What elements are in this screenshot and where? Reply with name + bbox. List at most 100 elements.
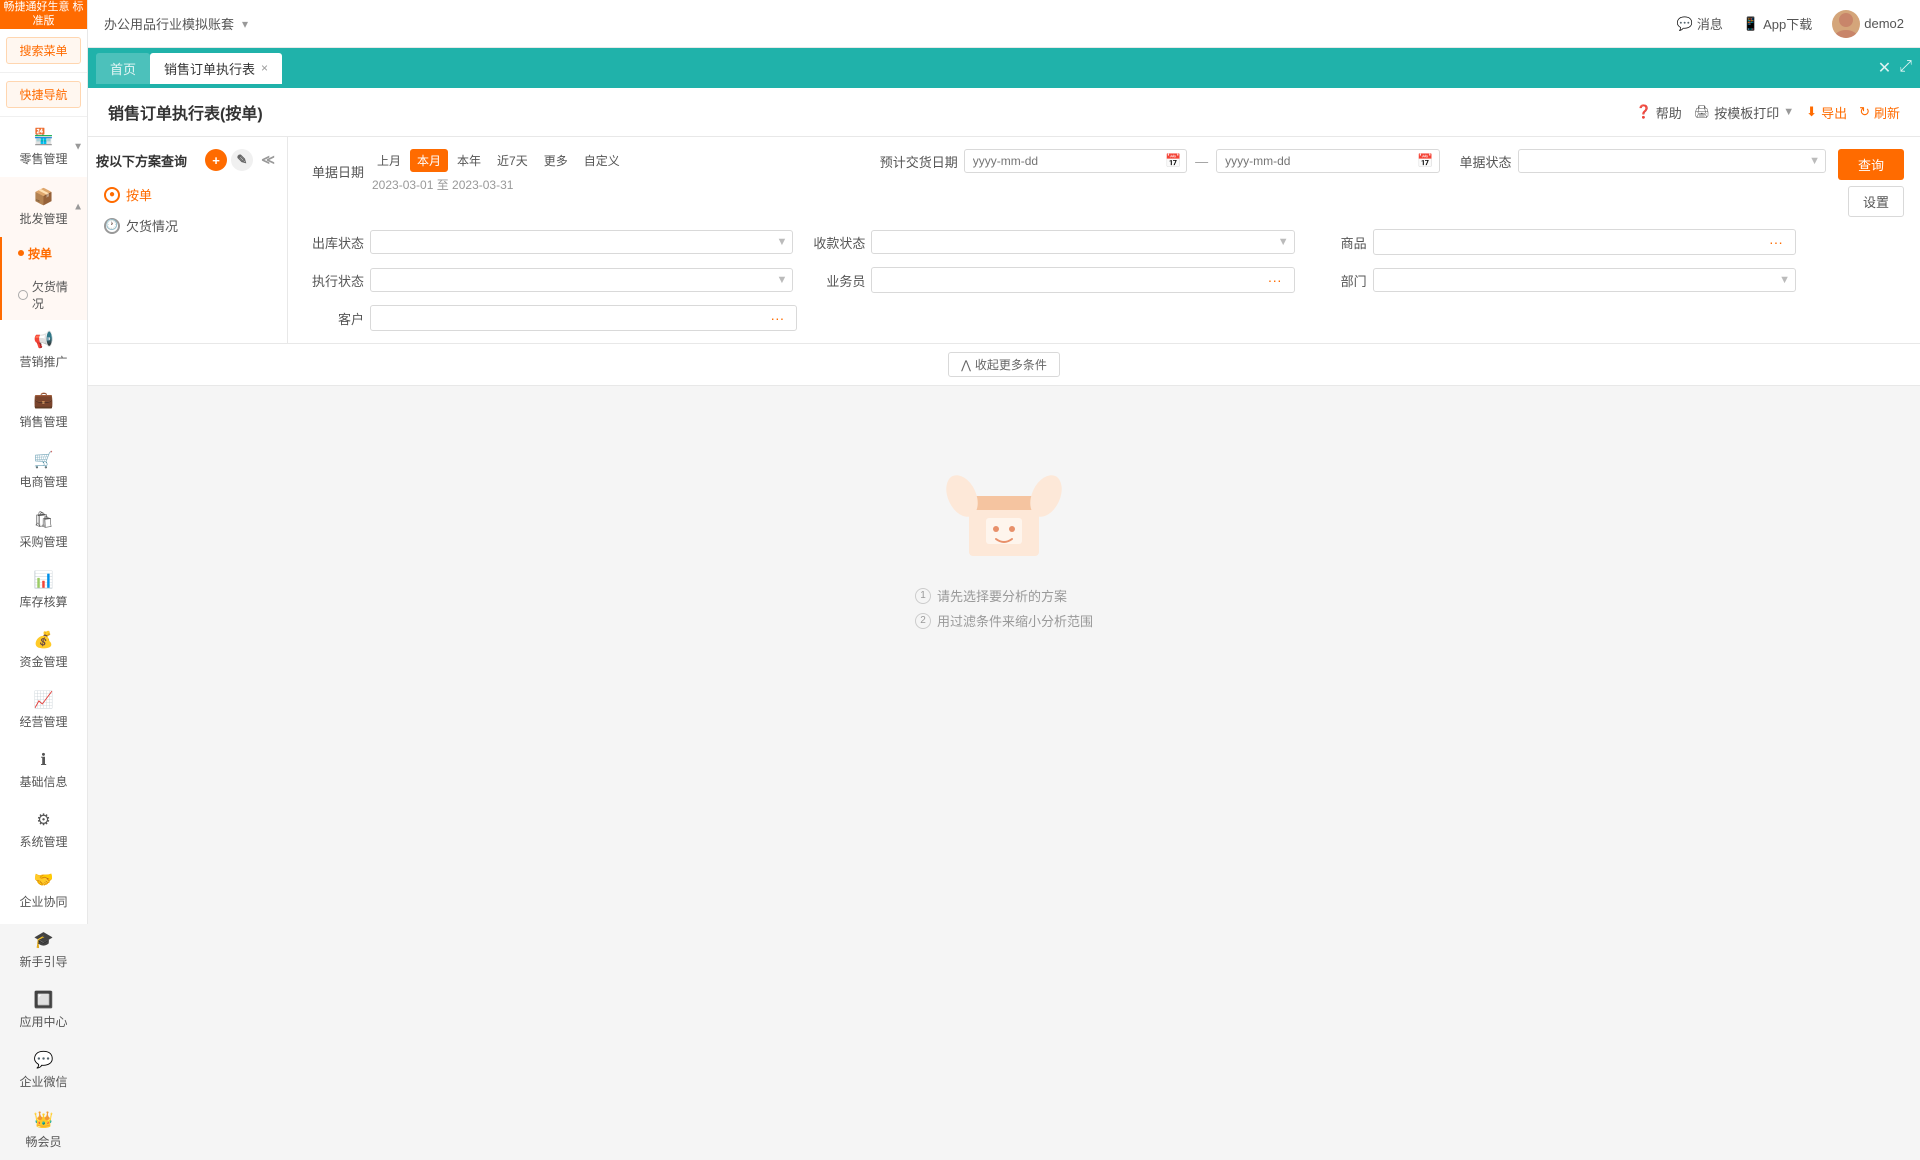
sidebar-item-marketing[interactable]: 📢 营销推广: [0, 320, 87, 380]
scheme-item-欠货[interactable]: 🕐 欠货情况: [96, 210, 279, 241]
tab-home[interactable]: 首页: [96, 53, 150, 84]
filter-out-status-item: 出库状态 ▼: [304, 230, 793, 254]
date-btn-this-year[interactable]: 本年: [450, 149, 488, 172]
add-scheme-icon[interactable]: +: [205, 149, 227, 171]
page-content: 销售订单执行表(按单) ❓ 帮助 🖨 按模板打印 ▼ ⬇ 导出: [88, 88, 1920, 924]
export-button[interactable]: ⬇ 导出: [1806, 103, 1847, 122]
purchase-icon: 🛍: [33, 510, 53, 530]
date-btn-this-month[interactable]: 本月: [410, 149, 448, 172]
sidebar-item-wechat[interactable]: 💬 企业微信: [0, 1040, 87, 1100]
expected-date-end-input[interactable]: [1216, 149, 1439, 173]
filter-salesman-item: 业务员 ···: [805, 267, 1294, 293]
exec-status-select[interactable]: [370, 268, 793, 292]
customer-label: 客户: [304, 309, 364, 328]
sidebar-item-ecommerce[interactable]: 🛒 电商管理: [0, 440, 87, 500]
tabbar-actions: ✕ ⤢: [1878, 58, 1912, 78]
expected-date-start-input[interactable]: [964, 149, 1187, 173]
sidebar-item-collab[interactable]: 🤝 企业协同: [0, 860, 87, 920]
tab-close-window-icon[interactable]: ✕: [1878, 58, 1891, 78]
sidebar-item-label: 基础信息: [19, 773, 67, 790]
sidebar-item-finance[interactable]: 💰 资金管理: [0, 620, 87, 680]
filter-scheme-icons: + ✎ ≪: [205, 149, 279, 171]
basic-icon: ℹ: [40, 750, 46, 770]
sidebar-item-purchase[interactable]: 🛍 采购管理: [0, 500, 87, 560]
date-btn-7days[interactable]: 近7天: [490, 149, 535, 172]
sidebar-item-member[interactable]: 👑 畅会员: [0, 1100, 87, 1160]
status-label: 单据状态: [1452, 152, 1512, 171]
sidebar-item-label: 企业微信: [19, 1073, 67, 1090]
print-dropdown-icon[interactable]: ▼: [1783, 106, 1794, 118]
sidebar-item-retail[interactable]: 🏪 零售管理 ▼: [0, 117, 87, 177]
collapse-conditions-button[interactable]: ⋀ 收起更多条件: [948, 352, 1060, 377]
date-btn-custom[interactable]: 自定义: [577, 149, 627, 172]
user-menu[interactable]: demo2: [1832, 10, 1904, 38]
refresh-button[interactable]: ↻ 刷新: [1859, 103, 1900, 122]
goods-input[interactable]: ···: [1373, 229, 1796, 255]
sidebar-sub-item-欠货[interactable]: 欠货情况: [2, 270, 87, 320]
message-button[interactable]: 💬 消息: [1677, 14, 1723, 33]
sidebar-item-label: 资金管理: [19, 653, 67, 670]
topbar-dropdown-icon[interactable]: ▾: [242, 17, 248, 31]
tab-sales-order[interactable]: 销售订单执行表 ×: [150, 53, 282, 84]
customer-more-icon[interactable]: ···: [766, 310, 788, 326]
sidebar-search-area[interactable]: 搜索菜单: [0, 29, 87, 73]
main-area: 办公用品行业模拟账套 ▾ 💬 消息 📱 App下载 demo2 首页: [88, 0, 1920, 924]
sidebar-sub-item-按单[interactable]: 按单: [2, 237, 87, 270]
collapse-scheme-icon[interactable]: ≪: [257, 149, 279, 171]
collect-status-label: 收款状态: [805, 233, 865, 252]
app-download-button[interactable]: 📱 App下载: [1743, 14, 1812, 33]
sidebar-item-apps[interactable]: 🔲 应用中心: [0, 980, 87, 1040]
sidebar-item-basic[interactable]: ℹ 基础信息: [0, 740, 87, 800]
hint-number-1: 1: [915, 588, 931, 604]
ecommerce-icon: 🛒: [34, 450, 54, 470]
sidebar-item-label: 采购管理: [19, 533, 67, 550]
dept-select[interactable]: [1373, 268, 1796, 292]
search-menu-button[interactable]: 搜索菜单: [6, 37, 81, 64]
guide-icon: 🎓: [34, 930, 54, 950]
sidebar-item-label: 企业协同: [19, 893, 67, 910]
sidebar-item-label: 电商管理: [19, 473, 67, 490]
tab-active-label: 销售订单执行表: [164, 59, 255, 78]
sidebar-nav-area[interactable]: 快捷导航: [0, 73, 87, 117]
quick-nav-button[interactable]: 快捷导航: [6, 81, 81, 108]
print-button[interactable]: 🖨 按模板打印 ▼: [1694, 103, 1794, 122]
salesman-more-icon[interactable]: ···: [1264, 272, 1286, 288]
dept-select-wrapper: ▼: [1373, 268, 1796, 292]
help-button[interactable]: ❓ 帮助: [1636, 103, 1682, 122]
sidebar-item-ops[interactable]: 📈 经营管理: [0, 680, 87, 740]
filter-status-item: 单据状态 ▼: [1452, 149, 1827, 173]
chevron-down-icon: ▼: [73, 141, 83, 152]
edit-scheme-icon[interactable]: ✎: [231, 149, 253, 171]
scheme-item-按单[interactable]: ● 按单: [96, 179, 279, 210]
out-status-select[interactable]: [370, 230, 793, 254]
page-header: 销售订单执行表(按单) ❓ 帮助 🖨 按模板打印 ▼ ⬇ 导出: [88, 88, 1920, 137]
sidebar-item-inventory[interactable]: 📊 库存核算: [0, 560, 87, 620]
goods-more-icon[interactable]: ···: [1765, 234, 1787, 250]
empty-hints: 1 请先选择要分析的方案 2 用过滤条件来缩小分析范围: [915, 586, 1093, 636]
date-btn-more[interactable]: 更多: [537, 149, 575, 172]
sidebar-item-guide[interactable]: 🎓 新手引导: [0, 920, 87, 980]
status-select[interactable]: [1518, 149, 1827, 173]
tab-close-icon[interactable]: ×: [261, 61, 268, 75]
sidebar-item-sales[interactable]: 💼 销售管理: [0, 380, 87, 440]
app-logo-text: 畅捷通好生意 标准版: [0, 0, 87, 29]
sidebar-item-wholesale[interactable]: 📦 批发管理 ▲: [0, 177, 87, 237]
collect-status-select[interactable]: [871, 230, 1294, 254]
sidebar-item-system[interactable]: ⚙ 系统管理: [0, 800, 87, 860]
query-button[interactable]: 查询: [1838, 149, 1904, 180]
customer-input[interactable]: ···: [370, 305, 797, 331]
out-status-select-wrapper: ▼: [370, 230, 793, 254]
setting-button[interactable]: 设置: [1848, 186, 1904, 217]
status-select-wrapper: ▼: [1518, 149, 1827, 173]
tab-maximize-icon[interactable]: ⤢: [1899, 58, 1912, 78]
salesman-input[interactable]: ···: [871, 267, 1294, 293]
date-separator: —: [1191, 154, 1212, 169]
date-btn-last-month[interactable]: 上月: [370, 149, 408, 172]
filter-scheme-header: 按以下方案查询 + ✎ ≪: [96, 149, 279, 171]
out-status-label: 出库状态: [304, 233, 364, 252]
sidebar-item-label: 销售管理: [19, 413, 67, 430]
filter-exec-status-item: 执行状态 ▼: [304, 268, 793, 292]
date-range-text: 2023-03-01 至 2023-03-31: [370, 176, 866, 193]
sidebar: 畅捷通好生意 标准版 搜索菜单 快捷导航 🏪 零售管理 ▼ 📦 批发管理 ▲ 按…: [0, 0, 88, 924]
expected-date-start-wrapper: 📅: [964, 149, 1187, 173]
